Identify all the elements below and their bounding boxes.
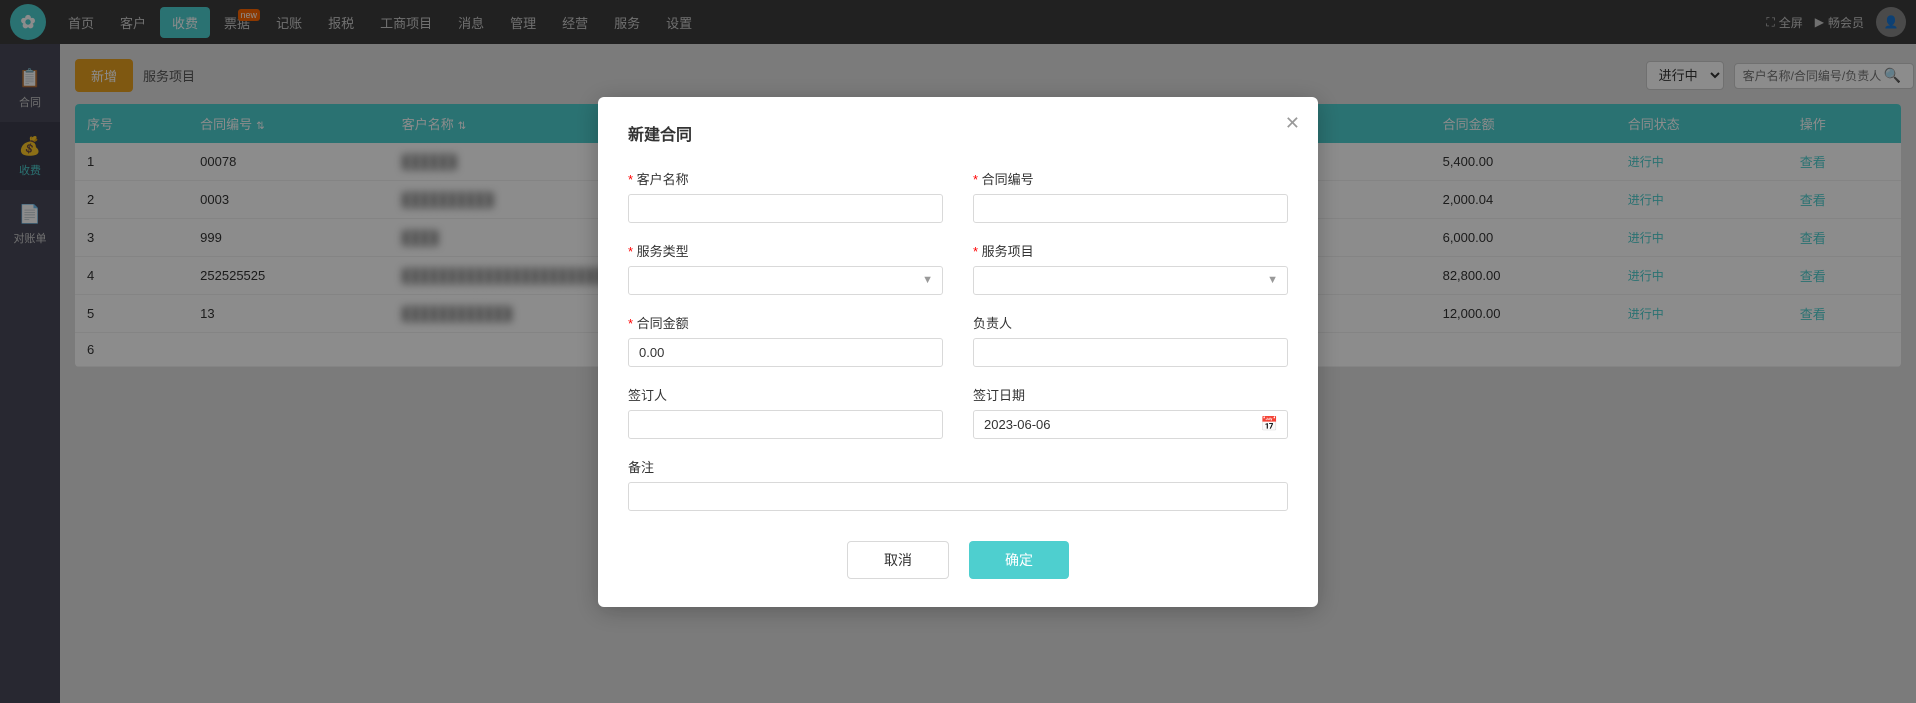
service-item-field: 服务项目 ▼ [973,241,1288,295]
contract-no-field: 合同编号 [973,169,1288,223]
modal-footer: 取消 确定 [628,541,1288,579]
note-field: 备注 [628,457,1288,511]
service-type-field: 服务类型 ▼ [628,241,943,295]
customer-name-label: 客户名称 [628,169,943,188]
sign-date-input[interactable] [973,410,1288,439]
service-item-select-wrap: ▼ [973,266,1288,295]
sign-date-label: 签订日期 [973,385,1288,404]
cancel-button[interactable]: 取消 [847,541,949,579]
customer-name-input[interactable] [628,194,943,223]
amount-input[interactable] [628,338,943,367]
note-label: 备注 [628,457,1288,476]
signer-label: 签订人 [628,385,943,404]
sign-date-wrap: 📅 [973,410,1288,439]
amount-label: 合同金额 [628,313,943,332]
customer-name-field: 客户名称 [628,169,943,223]
confirm-button[interactable]: 确定 [969,541,1069,579]
modal-title: 新建合同 [628,121,1288,145]
modal-dialog: 新建合同 ✕ 客户名称 合同编号 服务类型 ▼ 服务项目 [598,97,1318,607]
sign-date-field: 签订日期 📅 [973,385,1288,439]
service-type-select[interactable] [628,266,943,295]
service-type-label: 服务类型 [628,241,943,260]
contract-no-label: 合同编号 [973,169,1288,188]
modal-overlay: 新建合同 ✕ 客户名称 合同编号 服务类型 ▼ 服务项目 [0,0,1916,703]
modal-close-button[interactable]: ✕ [1285,113,1300,134]
contract-no-input[interactable] [973,194,1288,223]
signer-field: 签订人 [628,385,943,439]
signer-input[interactable] [628,410,943,439]
amount-field: 合同金额 [628,313,943,367]
responsible-input[interactable] [973,338,1288,367]
service-type-select-wrap: ▼ [628,266,943,295]
responsible-field: 负责人 [973,313,1288,367]
note-input[interactable] [628,482,1288,511]
responsible-label: 负责人 [973,313,1288,332]
form-grid: 客户名称 合同编号 服务类型 ▼ 服务项目 ▼ [628,169,1288,511]
service-item-label: 服务项目 [973,241,1288,260]
service-item-select[interactable] [973,266,1288,295]
